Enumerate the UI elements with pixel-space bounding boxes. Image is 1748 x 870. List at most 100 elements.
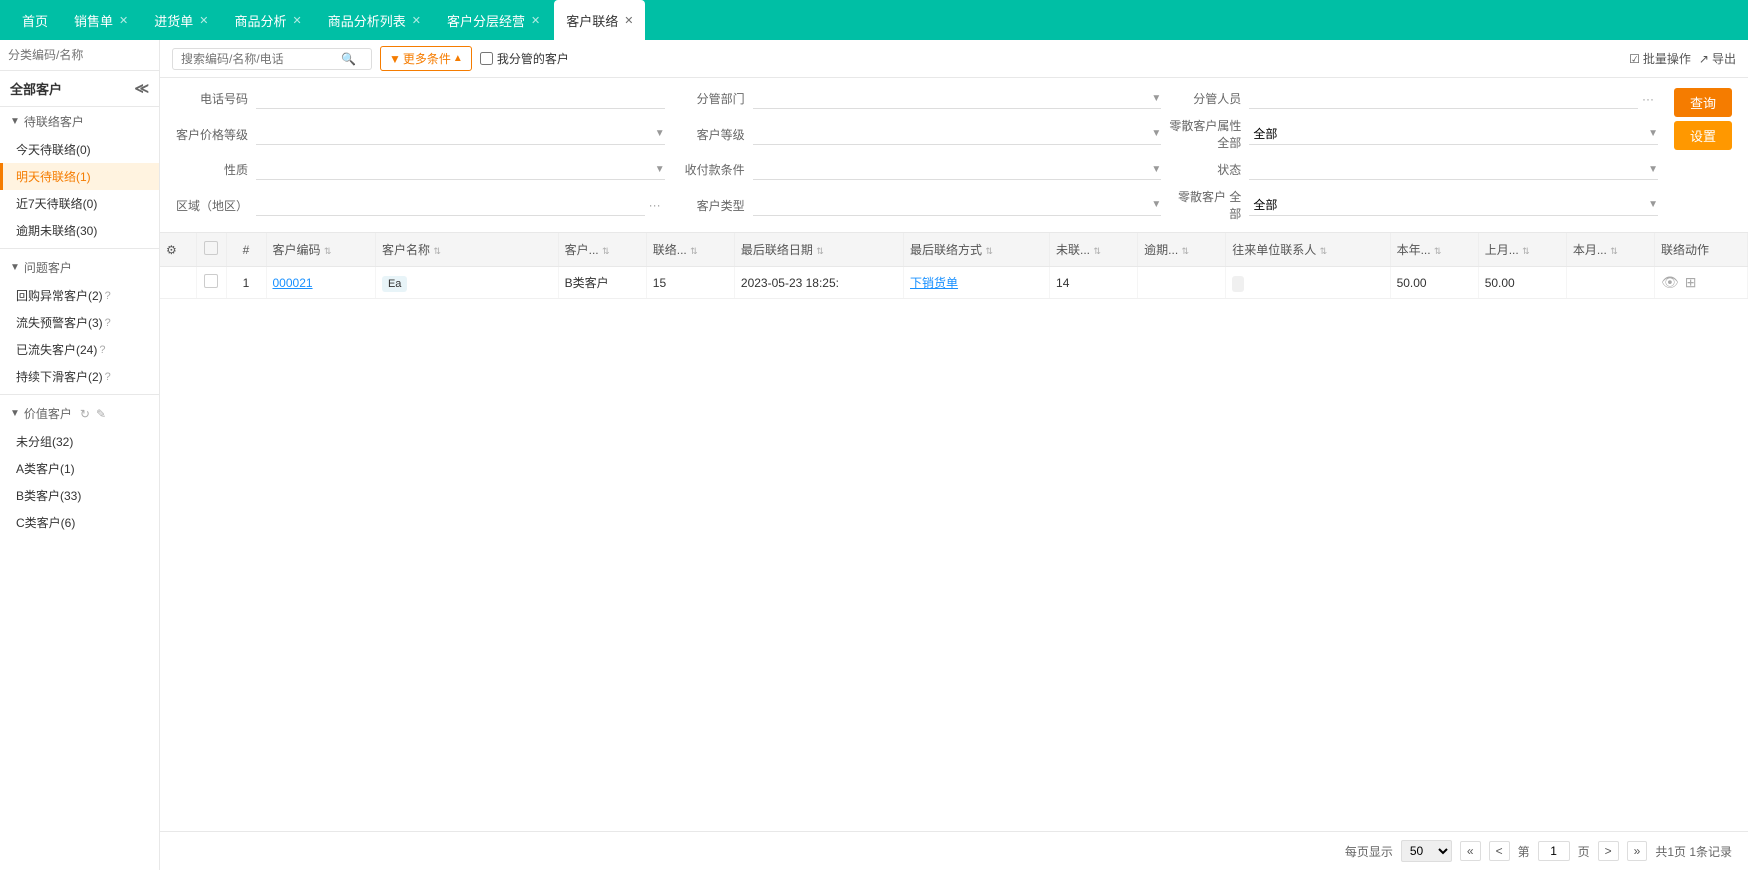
- sidebar-item-declining[interactable]: 持续下滑客户(2) ?: [0, 363, 159, 390]
- th-this-year[interactable]: 本年... ⇅: [1390, 233, 1478, 267]
- customer-code-link[interactable]: 000021: [273, 276, 313, 290]
- value-edit-icon[interactable]: ✎: [96, 407, 106, 421]
- sidebar-item-ungrouped[interactable]: 未分组(32): [0, 428, 159, 455]
- prev-page-btn[interactable]: <: [1489, 841, 1510, 861]
- header-checkbox[interactable]: [204, 241, 218, 255]
- td-type: B类客户: [558, 267, 646, 299]
- td-code[interactable]: 000021: [266, 267, 375, 299]
- sidebar-search-input[interactable]: [8, 48, 160, 62]
- set-button[interactable]: 设置: [1674, 121, 1732, 150]
- adv-select-status[interactable]: [1249, 159, 1648, 179]
- nav-product-analysis[interactable]: 商品分析 ✕: [222, 0, 313, 40]
- sidebar-item-today[interactable]: 今天待联络(0): [0, 136, 159, 163]
- checkbox-icon: ☑: [1629, 52, 1640, 66]
- last-method-link[interactable]: 下销货单: [910, 276, 958, 290]
- adv-field-price-tier: 客户价格等级 ▼: [176, 124, 665, 145]
- table-row: 1 000021 Ea B类客户 15 2023-05-23 18:25: 下销…: [160, 267, 1748, 299]
- nav-product-analysis-list-close[interactable]: ✕: [412, 14, 421, 27]
- th-contact-count[interactable]: 联络... ⇅: [646, 233, 734, 267]
- nav-customer-contact-close[interactable]: ✕: [624, 14, 633, 27]
- nav-home[interactable]: 首页: [10, 0, 60, 40]
- last-date-sort-icon: ⇅: [816, 246, 824, 256]
- manager-ellipsis-icon[interactable]: ···: [1638, 92, 1658, 106]
- adv-select-payment-wrap: ▼: [753, 159, 1162, 180]
- sidebar-item-repurchase-abnormal[interactable]: 回购异常客户(2) ?: [0, 282, 159, 309]
- sidebar-item-class-c[interactable]: C类客户(6): [0, 509, 159, 536]
- th-code[interactable]: 客户编码 ⇅: [266, 233, 375, 267]
- region-ellipsis-icon[interactable]: ···: [645, 198, 665, 212]
- nav-customer-contact[interactable]: 客户联络 ✕: [554, 0, 645, 40]
- adv-select-dept[interactable]: [753, 88, 1152, 108]
- query-button[interactable]: 查询: [1674, 88, 1732, 117]
- nav-customer-tier-close[interactable]: ✕: [531, 14, 540, 27]
- this-year-sort-icon: ⇅: [1434, 246, 1442, 256]
- action-eye-icon[interactable]: 👁: [1661, 274, 1679, 291]
- overdue-sort-icon: ⇅: [1182, 246, 1190, 256]
- sidebar-item-week7[interactable]: 近7天待联络(0): [0, 190, 159, 217]
- sidebar-all-customers[interactable]: 全部客户 ≪: [0, 71, 159, 107]
- row-checkbox[interactable]: [204, 274, 218, 288]
- my-customers-checkbox[interactable]: [480, 52, 493, 65]
- sidebar-item-tomorrow[interactable]: 明天待联络(1): [0, 163, 159, 190]
- nav-product-analysis-close[interactable]: ✕: [293, 14, 302, 27]
- th-checkbox[interactable]: [196, 233, 226, 267]
- th-last-date[interactable]: 最后联络日期 ⇅: [734, 233, 903, 267]
- per-page-select[interactable]: 50 100: [1401, 840, 1452, 862]
- page-label: 第: [1518, 843, 1530, 860]
- th-gear[interactable]: ⚙: [160, 233, 196, 267]
- adv-select-customer-tier[interactable]: [753, 124, 1152, 144]
- nav-purchase-close[interactable]: ✕: [199, 14, 208, 27]
- sidebar-item-class-b[interactable]: B类客户(33): [0, 482, 159, 509]
- problem-arrow-icon: ▼: [10, 262, 20, 273]
- payment-chevron-icon: ▼: [1151, 164, 1161, 175]
- search-input[interactable]: [181, 52, 341, 66]
- last-page-btn[interactable]: »: [1627, 841, 1648, 861]
- action-grid-icon[interactable]: ⊞: [1685, 274, 1697, 291]
- nav-sales[interactable]: 销售单 ✕: [62, 0, 140, 40]
- th-uncontacted[interactable]: 未联... ⇅: [1050, 233, 1138, 267]
- export-btn[interactable]: ↗ 导出: [1699, 50, 1736, 67]
- th-company-contact[interactable]: 往来单位联系人 ⇅: [1226, 233, 1390, 267]
- bulk-action-btn[interactable]: ☑ 批量操作: [1629, 50, 1691, 67]
- th-overdue[interactable]: 逾期... ⇅: [1138, 233, 1226, 267]
- customer-tier-chevron-icon: ▼: [1151, 128, 1161, 139]
- adv-input-phone[interactable]: [256, 88, 665, 109]
- sidebar-item-class-a[interactable]: A类客户(1): [0, 455, 159, 482]
- adv-label-region: 区域（地区）: [176, 197, 256, 214]
- adv-select-retail-customer[interactable]: 全部: [1249, 195, 1648, 215]
- nav-product-analysis-list[interactable]: 商品分析列表 ✕: [316, 0, 433, 40]
- td-checkbox[interactable]: [196, 267, 226, 299]
- status-chevron-icon: ▼: [1648, 164, 1658, 175]
- sidebar-item-churn-warning[interactable]: 流失预警客户(3) ?: [0, 309, 159, 336]
- td-last-method[interactable]: 下销货单: [904, 267, 1050, 299]
- nav-purchase[interactable]: 进货单 ✕: [142, 0, 220, 40]
- th-name[interactable]: 客户名称 ⇅: [375, 233, 558, 267]
- more-conditions-btn[interactable]: ▼ 更多条件 ▲: [380, 46, 472, 71]
- adv-input-region[interactable]: [256, 195, 645, 216]
- adv-select-retail-attr[interactable]: 全部: [1249, 124, 1648, 144]
- nav-sales-close[interactable]: ✕: [119, 14, 128, 27]
- adv-label-nature: 性质: [176, 161, 256, 178]
- adv-field-dept: 分管部门 ▼: [673, 88, 1162, 109]
- sidebar-collapse-icon[interactable]: ≪: [134, 80, 149, 97]
- sidebar: 🔍 全部客户 ≪ ▼ 待联络客户 今天待联络(0) 明天待联络(1) 近7天待联…: [0, 40, 160, 870]
- sidebar-item-churned[interactable]: 已流失客户(24) ?: [0, 336, 159, 363]
- adv-input-manager[interactable]: [1249, 88, 1638, 109]
- search-icon[interactable]: 🔍: [341, 52, 356, 66]
- adv-select-payment[interactable]: [753, 159, 1152, 179]
- adv-filter-row-4: 区域（地区） ··· 客户类型 ▼: [176, 188, 1658, 222]
- adv-select-nature[interactable]: [256, 159, 655, 179]
- adv-select-price-tier[interactable]: [256, 124, 655, 144]
- nav-customer-tier[interactable]: 客户分层经营 ✕: [435, 0, 552, 40]
- adv-select-customer-type[interactable]: [753, 195, 1152, 215]
- th-last-method[interactable]: 最后联络方式 ⇅: [904, 233, 1050, 267]
- my-customers-checkbox-label[interactable]: 我分管的客户: [480, 50, 569, 67]
- page-number-input[interactable]: [1538, 841, 1570, 861]
- th-this-month[interactable]: 本月... ⇅: [1566, 233, 1654, 267]
- sidebar-item-overdue[interactable]: 逾期未联络(30): [0, 217, 159, 244]
- th-type[interactable]: 客户... ⇅: [558, 233, 646, 267]
- next-page-btn[interactable]: >: [1598, 841, 1619, 861]
- th-last-month[interactable]: 上月... ⇅: [1478, 233, 1566, 267]
- value-refresh-icon[interactable]: ↻: [80, 407, 90, 421]
- first-page-btn[interactable]: «: [1460, 841, 1481, 861]
